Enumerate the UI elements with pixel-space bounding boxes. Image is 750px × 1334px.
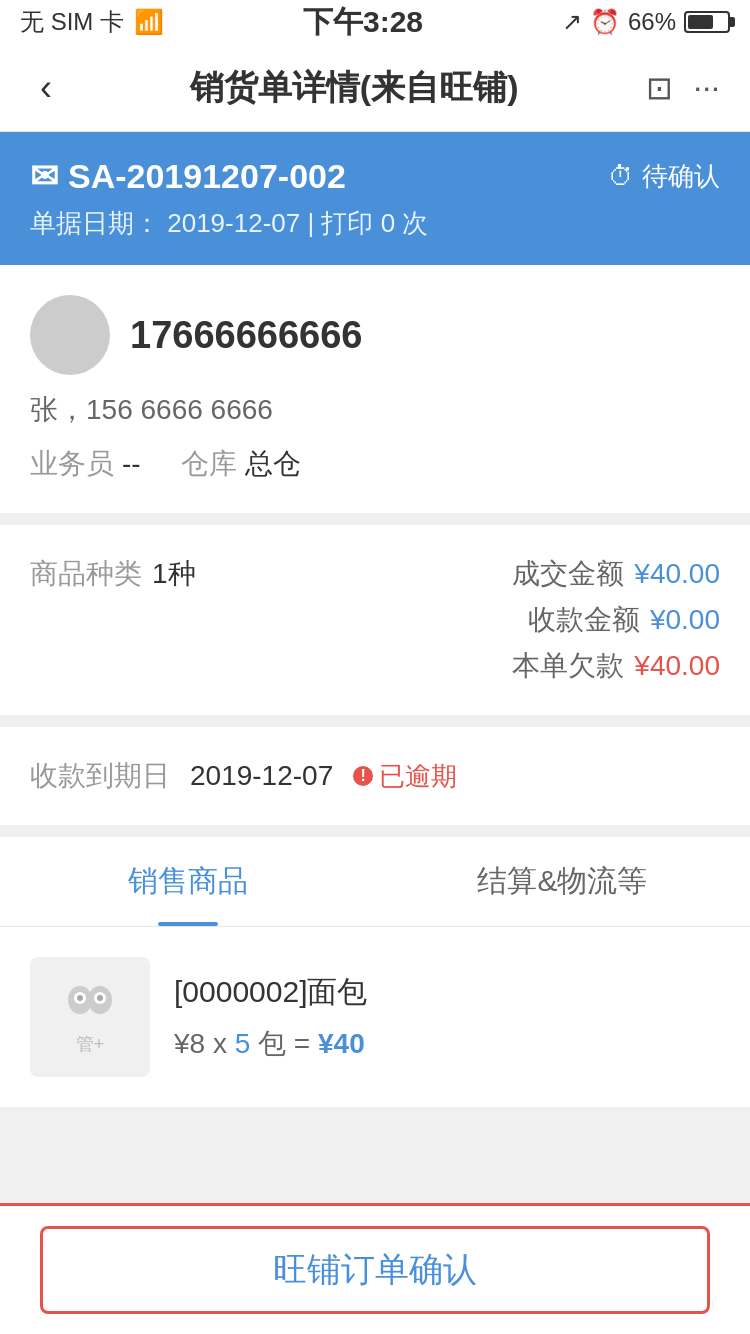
order-header-top: ✉ SA-20191207-002 ⏱ 待确认: [30, 156, 720, 196]
order-id: ✉ SA-20191207-002: [30, 156, 346, 196]
status-text: 待确认: [642, 159, 720, 194]
overdue-text: 已逾期: [379, 759, 457, 794]
summary-card: 商品种类 1种 成交金额 ¥40.00 收款金额 ¥0.00 本单欠款 ¥40.…: [0, 525, 750, 715]
svg-point-1: [52, 340, 88, 360]
meta-date-label: 单据日期：: [30, 208, 160, 238]
tab-settlement-logistics[interactable]: 结算&物流等: [375, 837, 750, 926]
customer-top: 17666666666: [30, 295, 720, 375]
deal-amount-row: 成交金额 ¥40.00: [512, 555, 720, 593]
owed-row: 本单欠款 ¥40.00: [512, 647, 720, 685]
collected-label: 收款金额: [528, 601, 640, 639]
share-icon[interactable]: ⊡: [646, 69, 673, 107]
warehouse-item: 仓库 总仓: [181, 445, 301, 483]
overdue-icon: !: [353, 766, 373, 786]
back-button[interactable]: ‹: [30, 57, 62, 119]
order-id-text: SA-20191207-002: [68, 157, 346, 196]
page-title: 销货单详情(来自旺铺): [190, 65, 519, 111]
tabs-container: 销售商品 结算&物流等 管+: [0, 837, 750, 1107]
nav-bar: ‹ 销货单详情(来自旺铺) ⊡ ···: [0, 44, 750, 132]
deal-amount-label: 成交金额: [512, 555, 624, 593]
confirm-btn-area: 旺铺订单确认: [0, 1203, 750, 1334]
product-qty: 5: [235, 1028, 251, 1059]
overdue-badge: ! 已逾期: [353, 759, 457, 794]
customer-card: 17666666666 张，156 6666 6666 业务员 -- 仓库 总仓: [0, 265, 750, 513]
salesperson-item: 业务员 --: [30, 445, 141, 483]
svg-point-6: [77, 995, 83, 1001]
battery-icon: [684, 11, 730, 33]
svg-point-7: [97, 995, 103, 1001]
product-thumbnail: 管+: [30, 957, 150, 1077]
status-time: 下午3:28: [303, 2, 423, 43]
salesperson-label: 业务员: [30, 445, 114, 483]
more-icon[interactable]: ···: [693, 69, 720, 106]
meta-date-value: 2019-12-07: [167, 208, 300, 238]
brand-text: 管+: [76, 1032, 105, 1056]
order-status: ⏱ 待确认: [608, 159, 720, 194]
deal-amount-value: ¥40.00: [634, 558, 720, 590]
product-price: ¥8 x 5 包 = ¥40: [174, 1025, 720, 1063]
collected-value: ¥0.00: [650, 604, 720, 636]
warehouse-label: 仓库: [181, 445, 237, 483]
due-label: 收款到期日: [30, 757, 170, 795]
product-type-label: 商品种类: [30, 555, 142, 593]
summary-left: 商品种类 1种: [30, 555, 196, 593]
order-id-icon: ✉: [30, 156, 58, 196]
status-bar: 无 SIM 卡 📶 下午3:28 ↗ ⏰ 66%: [0, 0, 750, 44]
due-date-value: 2019-12-07: [190, 760, 333, 792]
location-icon: ↗: [562, 8, 582, 36]
collected-row: 收款金额 ¥0.00: [528, 601, 720, 639]
meta-print-label: 打印: [321, 208, 373, 238]
owed-value: ¥40.00: [634, 650, 720, 682]
product-type-value: 1种: [152, 555, 196, 593]
product-info: [0000002]面包 ¥8 x 5 包 = ¥40: [174, 972, 720, 1063]
battery-percent: 66%: [628, 8, 676, 36]
customer-detail: 业务员 -- 仓库 总仓: [30, 445, 720, 483]
meta-separator: |: [307, 208, 321, 238]
due-card: 收款到期日 2019-12-07 ! 已逾期: [0, 727, 750, 825]
tabs: 销售商品 结算&物流等: [0, 837, 750, 927]
product-total: ¥40: [318, 1028, 365, 1059]
owed-label: 本单欠款: [512, 647, 624, 685]
alarm-icon: ⏰: [590, 8, 620, 36]
battery-fill: [688, 15, 713, 29]
carrier-text: 无 SIM 卡: [20, 6, 124, 38]
avatar: [30, 295, 110, 375]
product-type-row: 商品种类 1种: [30, 555, 196, 593]
confirm-order-button[interactable]: 旺铺订单确认: [40, 1226, 710, 1314]
wifi-icon: 📶: [134, 8, 164, 36]
order-header: ✉ SA-20191207-002 ⏱ 待确认 单据日期： 2019-12-07…: [0, 132, 750, 265]
salesperson-value: --: [122, 448, 141, 480]
nav-actions: ⊡ ···: [646, 69, 720, 107]
warehouse-value: 总仓: [245, 445, 301, 483]
product-list: 管+ [0000002]面包 ¥8 x 5 包 = ¥40: [0, 927, 750, 1107]
meta-print-count: 0: [381, 208, 395, 238]
product-item: 管+ [0000002]面包 ¥8 x 5 包 = ¥40: [0, 927, 750, 1107]
status-left: 无 SIM 卡 📶: [20, 6, 164, 38]
product-name: [0000002]面包: [174, 972, 720, 1013]
svg-point-0: [60, 318, 80, 338]
tab-sales-products[interactable]: 销售商品: [0, 837, 375, 926]
status-clock-icon: ⏱: [608, 161, 634, 192]
thumb-inner: 管+: [60, 978, 120, 1056]
summary-right: 成交金额 ¥40.00 收款金额 ¥0.00 本单欠款 ¥40.00: [512, 555, 720, 685]
meta-print-unit: 次: [402, 208, 428, 238]
order-meta: 单据日期： 2019-12-07 | 打印 0 次: [30, 206, 720, 241]
customer-name: 张，156 6666 6666: [30, 391, 720, 429]
customer-phone: 17666666666: [130, 314, 362, 357]
status-right: ↗ ⏰ 66%: [562, 8, 730, 36]
